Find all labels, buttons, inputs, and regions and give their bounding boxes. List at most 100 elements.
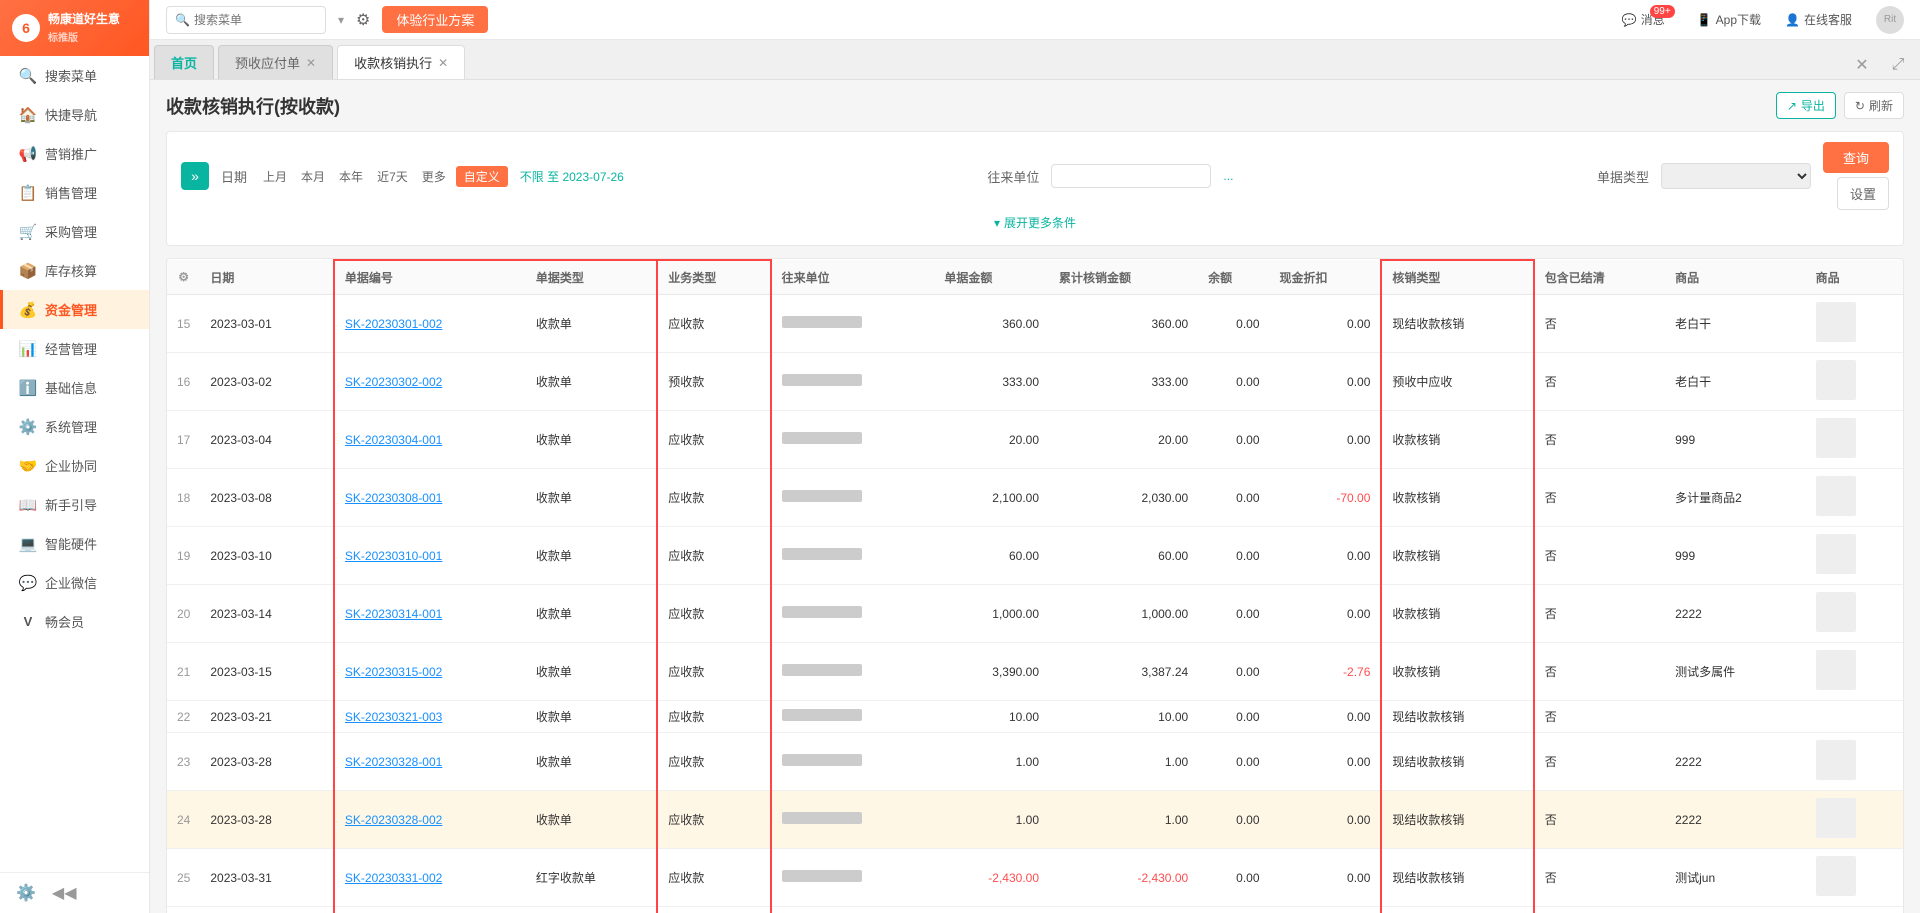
purchase-icon: 🛒 [19,223,37,241]
tabs-bar: 首页 预收应付单 ✕ 收款核销执行 ✕ ✕ ⤢ [150,40,1920,80]
row-amount: 20.00 [934,411,1049,469]
collapse-icon[interactable]: ◀◀ [52,883,77,903]
row-verify-type: 现结收款核销 [1381,295,1533,353]
sidebar-item-collab[interactable]: 🤝 企业协同 [0,446,149,485]
sidebar-item-search[interactable]: 🔍 搜索菜单 [0,56,149,95]
solution-button[interactable]: 体验行业方案 [382,6,488,33]
row-verify-type: 收款核销 [1381,469,1533,527]
last-7days-btn[interactable]: 近7天 [373,166,412,187]
row-verify-type: 预收中应收 [1381,353,1533,411]
dropdown-arrow[interactable]: ▾ [338,13,344,27]
messages-button[interactable]: 💬 消息 99+ [1622,11,1665,28]
row-doc-no: SK-20230315-002 [334,643,526,701]
settings-icon[interactable]: ⚙️ [16,883,36,903]
data-table: ⚙ 日期 单据编号 单据类型 业务类型 往来单位 单据金额 累计核销金额 余额 … [167,259,1903,913]
col-product1-header: 商品 [1665,260,1806,295]
tab-home[interactable]: 首页 [154,45,214,79]
row-amount: 360.00 [934,295,1049,353]
sidebar-item-nav[interactable]: 🏠 快捷导航 [0,95,149,134]
export-button[interactable]: ↗ 导出 [1776,92,1836,119]
row-amount: 2,100.00 [934,469,1049,527]
tab-verify-close[interactable]: ✕ [438,56,448,70]
row-biz-type: 应收款 [657,527,770,585]
sidebar-item-inventory[interactable]: 📦 库存核算 [0,251,149,290]
row-verify-type: 收款核销 [1381,643,1533,701]
sidebar-item-system[interactable]: ⚙️ 系统管理 [0,407,149,446]
custom-date-btn[interactable]: 自定义 [456,166,508,187]
sidebar-item-marketing[interactable]: 📢 营销推广 [0,134,149,173]
row-product1: 999 [1665,411,1806,469]
col-date-header: 日期 [200,260,334,295]
query-button[interactable]: 查询 [1823,142,1889,173]
partner-input[interactable] [1051,164,1211,188]
row-product2 [1806,295,1903,353]
search-input[interactable] [194,13,294,27]
sidebar-item-guide[interactable]: 📖 新手引导 [0,485,149,524]
tab-prepay[interactable]: 预收应付单 ✕ [218,45,333,79]
row-included: 否 [1534,295,1665,353]
col-product2-header: 商品 [1806,260,1903,295]
this-year-btn[interactable]: 本年 [335,166,367,187]
tab-close-btn[interactable]: ✕ [1848,51,1876,79]
sidebar-item-basic[interactable]: ℹ️ 基础信息 [0,368,149,407]
gear-icon[interactable]: ⚙ [356,10,370,30]
date-range-display: 不限 至 2023-07-26 [520,168,624,185]
row-balance: 0.00 [1198,643,1269,701]
more-filter-dots[interactable]: ... [1223,169,1233,183]
row-verify-type: 收款核销 [1381,585,1533,643]
this-month-btn[interactable]: 本月 [297,166,329,187]
row-verify-type: 现结收款核销 [1381,849,1533,907]
sidebar-item-label: 资金管理 [45,300,97,319]
row-balance: 0.00 [1198,585,1269,643]
row-doc-no: SK-20230302-002 [334,353,526,411]
brand-name: 畅康道好生意 [48,12,120,28]
last-month-btn[interactable]: 上月 [259,166,291,187]
table-scroll[interactable]: ⚙ 日期 单据编号 单据类型 业务类型 往来单位 单据金额 累计核销金额 余额 … [167,259,1903,913]
row-partner [771,527,935,585]
data-table-container: ⚙ 日期 单据编号 单据类型 业务类型 往来单位 单据金额 累计核销金额 余额 … [166,258,1904,913]
row-verify-type: 收款核销 [1381,411,1533,469]
sidebar-item-hardware[interactable]: 💻 智能硬件 [0,524,149,563]
row-date: 2023-03-04 [200,411,334,469]
tab-prepay-close[interactable]: ✕ [306,56,316,70]
sidebar-item-sales[interactable]: 📋 销售管理 [0,173,149,212]
row-doc-type: 收款单 [526,527,657,585]
mobile-icon: 📱 [1697,13,1712,27]
row-included: 否 [1534,701,1665,733]
row-doc-no: SK-20230304-001 [334,411,526,469]
tab-verify-label: 收款核销执行 [354,53,432,72]
doc-type-select[interactable]: 收款单 红字收款单 [1661,163,1811,189]
row-cash-discount: -2.76 [1270,643,1382,701]
expand-conditions-btn[interactable]: ▾ 展开更多条件 [994,214,1076,231]
refresh-button[interactable]: ↻ 刷新 [1844,92,1904,119]
sidebar-item-member[interactable]: V 畅会员 [0,602,149,641]
search-box[interactable]: 🔍 [166,6,326,34]
row-product1: 多计量商品2 [1665,469,1806,527]
sidebar-item-operation[interactable]: 📊 经营管理 [0,329,149,368]
row-doc-no: SK-20230328-001 [334,733,526,791]
online-service-button[interactable]: 👤 在线客服 [1785,11,1852,28]
table-row: 23 2023-03-28 SK-20230328-001 收款单 应收款 1.… [167,733,1903,791]
row-doc-type: 收款单 [526,791,657,849]
more-date-btn[interactable]: 更多 [418,166,450,187]
row-doc-type: 收款单 [526,907,657,913]
row-partner [771,411,935,469]
sidebar-item-finance[interactable]: 💰 资金管理 [0,290,149,329]
row-product2 [1806,643,1903,701]
expand-row: ▾ 展开更多条件 [181,210,1889,235]
sidebar-item-purchase[interactable]: 🛒 采购管理 [0,212,149,251]
sidebar-item-wechat[interactable]: 💬 企业微信 [0,563,149,602]
filter-settings-button[interactable]: 设置 [1837,177,1889,210]
tab-expand-btn[interactable]: ⤢ [1884,51,1912,79]
user-avatar[interactable]: Rit [1876,6,1904,34]
row-doc-no: SK-20230328-002 [334,791,526,849]
col-settings[interactable]: ⚙ [167,260,200,295]
row-product1: 测试jun [1665,849,1806,907]
row-partner [771,353,935,411]
filter-toggle-button[interactable]: » [181,162,209,190]
tab-verify[interactable]: 收款核销执行 ✕ [337,45,465,79]
table-body: 15 2023-03-01 SK-20230301-002 收款单 应收款 36… [167,295,1903,913]
message-icon: 💬 [1622,13,1637,27]
app-download-button[interactable]: 📱 App下载 [1697,11,1761,28]
filter-bar: » 日期 上月 本月 本年 近7天 更多 自定义 不限 至 2023-07-26… [166,131,1904,246]
